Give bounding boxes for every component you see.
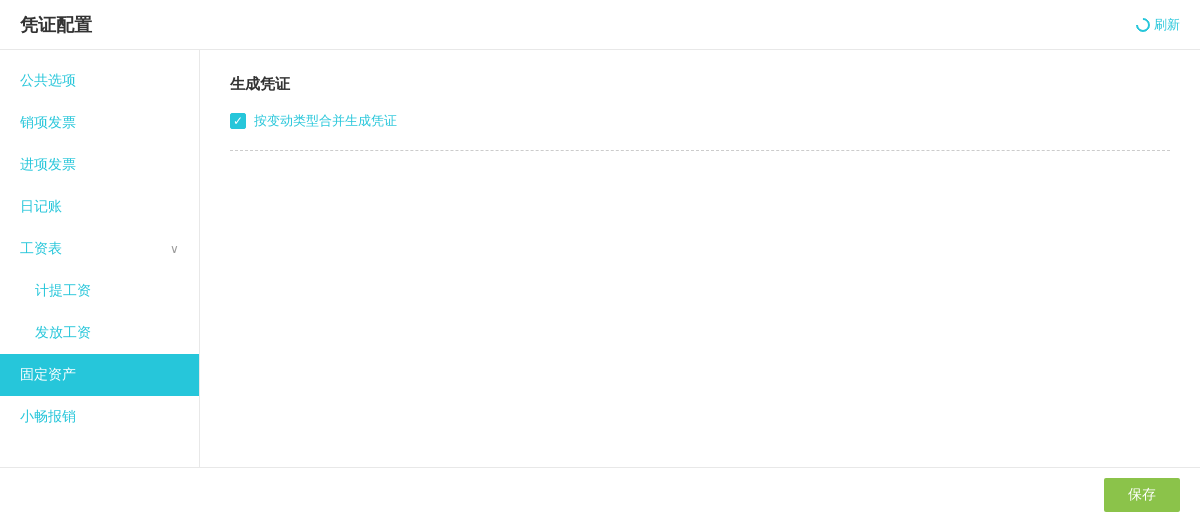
sidebar-item-label: 小畅报销 bbox=[20, 408, 76, 426]
footer: 保存 bbox=[0, 467, 1200, 522]
sidebar: 公共选项销项发票进项发票日记账工资表 ∨ 计提工资发放工资固定资产小畅报销 bbox=[0, 50, 200, 467]
sidebar-item-label: 工资表 bbox=[20, 240, 62, 258]
refresh-button[interactable]: 刷新 bbox=[1136, 16, 1180, 34]
divider bbox=[230, 150, 1170, 151]
sidebar-item-petty-expense[interactable]: 小畅报销 bbox=[0, 396, 199, 438]
header: 凭证配置 刷新 bbox=[0, 0, 1200, 50]
sidebar-item-public-options[interactable]: 公共选项 bbox=[0, 60, 199, 102]
save-button[interactable]: 保存 bbox=[1104, 478, 1180, 512]
sidebar-item-payroll-table[interactable]: 工资表 ∨ bbox=[0, 228, 199, 270]
sidebar-item-label: 日记账 bbox=[20, 198, 62, 216]
page-title: 凭证配置 bbox=[20, 13, 92, 37]
chevron-down-icon: ∨ bbox=[170, 242, 179, 256]
sidebar-item-sales-invoice[interactable]: 销项发票 bbox=[0, 102, 199, 144]
sidebar-item-journal[interactable]: 日记账 bbox=[0, 186, 199, 228]
sidebar-item-label: 固定资产 bbox=[20, 366, 76, 384]
merge-checkbox-row: 按变动类型合并生成凭证 bbox=[230, 112, 1170, 130]
page-wrapper: 凭证配置 刷新 公共选项销项发票进项发票日记账工资表 ∨ 计提工资发放工资固定资产小… bbox=[0, 0, 1200, 522]
sidebar-item-label: 计提工资 bbox=[35, 282, 91, 300]
sidebar-item-payroll-payment[interactable]: 发放工资 bbox=[0, 312, 199, 354]
sidebar-item-fixed-assets[interactable]: 固定资产 bbox=[0, 354, 199, 396]
section-title: 生成凭证 bbox=[230, 75, 1170, 94]
body: 公共选项销项发票进项发票日记账工资表 ∨ 计提工资发放工资固定资产小畅报销 生成凭证… bbox=[0, 50, 1200, 467]
merge-checkbox[interactable] bbox=[230, 113, 246, 129]
refresh-label: 刷新 bbox=[1154, 16, 1180, 34]
sidebar-item-label: 发放工资 bbox=[35, 324, 91, 342]
sidebar-item-label: 公共选项 bbox=[20, 72, 76, 90]
merge-checkbox-label[interactable]: 按变动类型合并生成凭证 bbox=[254, 112, 397, 130]
main-content: 生成凭证 按变动类型合并生成凭证 bbox=[200, 50, 1200, 467]
sidebar-item-payroll-accrual[interactable]: 计提工资 bbox=[0, 270, 199, 312]
sidebar-item-label: 销项发票 bbox=[20, 114, 76, 132]
sidebar-item-purchase-invoice[interactable]: 进项发票 bbox=[0, 144, 199, 186]
refresh-icon bbox=[1133, 15, 1153, 35]
sidebar-item-label: 进项发票 bbox=[20, 156, 76, 174]
